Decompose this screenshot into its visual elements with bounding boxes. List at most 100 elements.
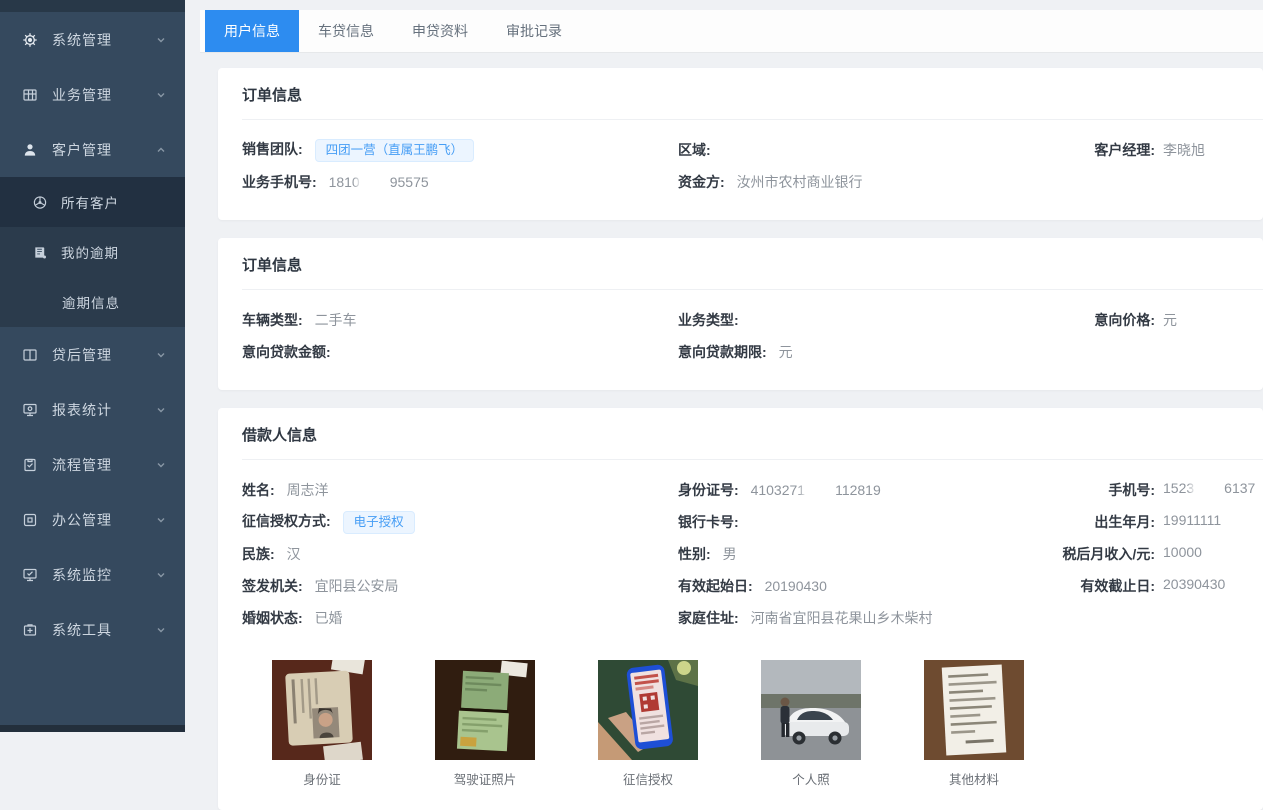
sidebar-item-report-statistics[interactable]: 报表统计: [0, 382, 185, 437]
sidebar-item-all-customers[interactable]: 所有客户: [0, 177, 185, 227]
sidebar-item-office-management[interactable]: 办公管理: [0, 492, 185, 547]
photo-handwritten-doc: 其他材料: [924, 660, 1024, 788]
field-valid-to: 有效截止日: 20390430: [1018, 576, 1263, 596]
clipboard-icon: [22, 457, 38, 473]
sidebar-item-system-monitoring[interactable]: 系统监控: [0, 547, 185, 602]
privacy-mask: [806, 484, 834, 497]
chevron-down-icon: [155, 89, 167, 101]
tab-car-loan-info[interactable]: 车贷信息: [299, 10, 393, 52]
id-card-photo[interactable]: [272, 660, 372, 760]
field-label: 婚姻状态:: [242, 610, 303, 626]
field-label: 出生年月:: [1018, 512, 1155, 532]
field-label: 区域:: [678, 142, 711, 158]
field-value: 19911111: [1163, 512, 1263, 532]
field-value: 男: [723, 546, 737, 562]
sidebar-item-overdue-info[interactable]: 逾期信息: [0, 277, 185, 327]
field-label: 资金方:: [678, 174, 725, 190]
sidebar-item-business-management[interactable]: 业务管理: [0, 67, 185, 122]
field-value: 河南省宜阳县花果山乡木柴村: [751, 610, 933, 626]
chevron-down-icon: [155, 349, 167, 361]
open-book-icon: [22, 347, 38, 363]
field-label: 业务手机号:: [242, 174, 317, 190]
sidebar-item-postloan-management[interactable]: 贷后管理: [0, 327, 185, 382]
sidebar-item-label: 报表统计: [52, 400, 112, 420]
field-region: 区域:: [678, 140, 1018, 160]
sidebar-item-label: 系统管理: [52, 30, 112, 50]
field-value: 181095575: [329, 174, 429, 190]
sidebar-bottom-strip: [0, 725, 185, 732]
field-label: 意向价格:: [1018, 310, 1155, 330]
privacy-mask: [1195, 482, 1223, 495]
monitor-check-icon: [22, 567, 38, 583]
sidebar-item-system-tools[interactable]: 系统工具: [0, 602, 185, 657]
field-value: 宜阳县公安局: [315, 578, 399, 594]
sidebar-item-label: 办公管理: [52, 510, 112, 530]
sidebar-item-label: 贷后管理: [52, 345, 112, 365]
field-value: 15236137: [1163, 480, 1263, 500]
monitor-icon: [22, 402, 38, 418]
chevron-down-icon: [155, 404, 167, 416]
sales-team-tag[interactable]: 四团一营（直属王鹏飞）: [315, 139, 475, 162]
tab-approval-records[interactable]: 审批记录: [487, 10, 581, 52]
field-mobile-phone: 手机号: 15236137: [1018, 480, 1263, 500]
sidebar-item-label: 客户管理: [52, 140, 112, 160]
chevron-down-icon: [155, 459, 167, 471]
field-value: 元: [1163, 310, 1263, 330]
tab-bar: 用户信息 车贷信息 申贷资料 审批记录: [200, 10, 1263, 53]
borrower-info-card: 借款人信息 姓名: 周志洋 身份证号: 4103271112819 手机号: 1…: [218, 408, 1263, 810]
toolbox-icon: [22, 622, 38, 638]
field-label: 有效起始日:: [678, 578, 753, 594]
field-value: 元: [779, 344, 793, 360]
photo-caption: 个人照: [761, 769, 861, 788]
chevron-down-icon: [155, 624, 167, 636]
sidebar-item-label: 我的逾期: [61, 242, 119, 262]
field-home-address: 家庭住址: 河南省宜阳县花果山乡木柴村: [678, 608, 1018, 628]
sidebar-item-label: 流程管理: [52, 455, 112, 475]
field-funder: 资金方: 汝州市农村商业银行: [678, 172, 1018, 192]
field-intended-loan-term: 意向贷款期限: 元: [678, 342, 1018, 362]
sidebar-item-my-overdue[interactable]: 我的逾期: [0, 227, 185, 277]
credit-auth-photo[interactable]: [598, 660, 698, 760]
sidebar-item-customer-management[interactable]: 客户管理: [0, 122, 185, 177]
field-valid-from: 有效起始日: 20190430: [678, 576, 1018, 596]
photo-person-with-car: 个人照: [761, 660, 861, 788]
field-value: 20190430: [765, 578, 827, 594]
sidebar-item-label: 系统监控: [52, 565, 112, 585]
sidebar-item-system-management[interactable]: 系统管理: [0, 12, 185, 67]
field-label: 销售团队:: [242, 141, 303, 157]
field-account-manager: 客户经理: 李晓旭: [1018, 140, 1263, 160]
field-label: 性别:: [678, 546, 711, 562]
field-label: 民族:: [242, 546, 275, 562]
field-label: 征信授权方式:: [242, 513, 331, 529]
photo-caption: 其他材料: [924, 769, 1024, 788]
tab-loan-application-docs[interactable]: 申贷资料: [393, 10, 487, 52]
field-label: 身份证号:: [678, 482, 739, 498]
sidebar-item-label: 所有客户: [61, 192, 119, 212]
handwritten-doc-photo[interactable]: [924, 660, 1024, 760]
tab-user-info[interactable]: 用户信息: [205, 10, 299, 52]
field-label: 家庭住址:: [678, 610, 739, 626]
sidebar: 系统管理 业务管理 客户管理 所有客户 我的: [0, 0, 185, 732]
field-monthly-income: 税后月收入/元: 10000: [1018, 544, 1263, 564]
credit-auth-tag: 电子授权: [343, 511, 415, 534]
field-issuing-authority: 签发机关: 宜阳县公安局: [242, 576, 678, 596]
grid-icon: [22, 87, 38, 103]
photo-id-card: 身份证: [272, 660, 372, 788]
field-birth-date: 出生年月: 19911111: [1018, 512, 1263, 532]
field-value: 4103271112819: [751, 482, 881, 498]
field-value: 10000: [1163, 544, 1263, 564]
sidebar-item-label: 逾期信息: [62, 292, 120, 312]
gear-icon: [22, 32, 38, 48]
field-label: 姓名:: [242, 482, 275, 498]
sidebar-item-label: 业务管理: [52, 85, 112, 105]
field-label: 意向贷款期限:: [678, 344, 767, 360]
field-name: 姓名: 周志洋: [242, 480, 678, 500]
field-label: 银行卡号:: [678, 514, 739, 530]
field-marital-status: 婚姻状态: 已婚: [242, 608, 678, 628]
person-car-photo[interactable]: [761, 660, 861, 760]
license-booklet-photo[interactable]: [435, 660, 535, 760]
sidebar-item-process-management[interactable]: 流程管理: [0, 437, 185, 492]
user-icon: [22, 142, 38, 158]
customer-management-submenu: 所有客户 我的逾期 逾期信息: [0, 177, 185, 327]
vehicle-order-info-card: 订单信息 车辆类型: 二手车 业务类型: 意向价格: 元 意向贷款金额:: [218, 238, 1263, 390]
